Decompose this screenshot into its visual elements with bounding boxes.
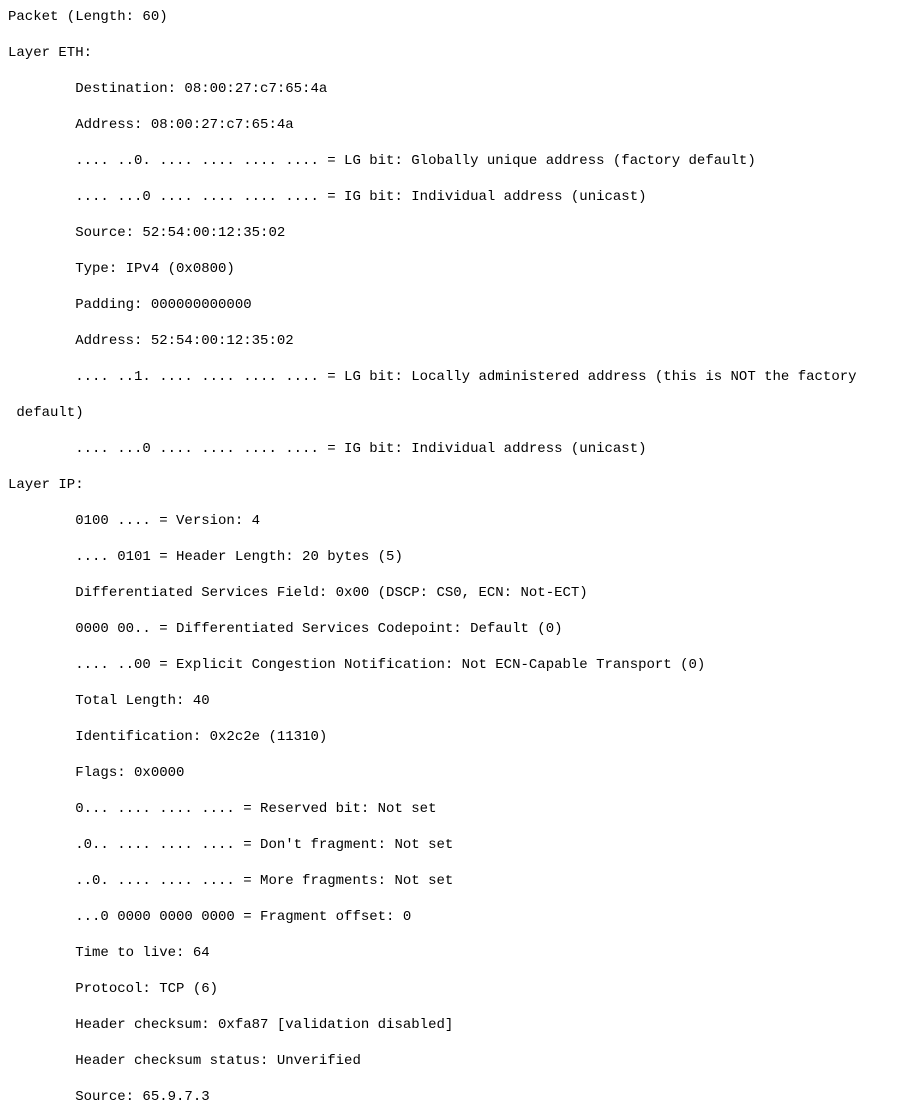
eth-destination: Destination: 08:00:27:c7:65:4a <box>8 80 916 98</box>
packet-length: Packet (Length: 60) <box>8 8 916 26</box>
layer-eth-title: Layer ETH: <box>8 44 916 62</box>
ip-dscp: 0000 00.. = Differentiated Services Code… <box>8 620 916 638</box>
ip-total-length: Total Length: 40 <box>8 692 916 710</box>
layer-ip-title: Layer IP: <box>8 476 916 494</box>
ip-ttl: Time to live: 64 <box>8 944 916 962</box>
ip-version: 0100 .... = Version: 4 <box>8 512 916 530</box>
ip-identification: Identification: 0x2c2e (11310) <box>8 728 916 746</box>
eth-lg-bit-src: .... ..1. .... .... .... .... = LG bit: … <box>8 368 916 386</box>
ip-diffserv: Differentiated Services Field: 0x00 (DSC… <box>8 584 916 602</box>
ip-header-length: .... 0101 = Header Length: 20 bytes (5) <box>8 548 916 566</box>
ip-protocol: Protocol: TCP (6) <box>8 980 916 998</box>
eth-ig-bit-dest: .... ...0 .... .... .... .... = IG bit: … <box>8 188 916 206</box>
eth-lg-bit-src-cont: default) <box>8 404 916 422</box>
ip-more-fragments: ..0. .... .... .... = More fragments: No… <box>8 872 916 890</box>
ip-reserved-bit: 0... .... .... .... = Reserved bit: Not … <box>8 800 916 818</box>
eth-type: Type: IPv4 (0x0800) <box>8 260 916 278</box>
packet-dump: Packet (Length: 60) Layer ETH: Destinati… <box>0 0 916 1120</box>
ip-header-checksum-status: Header checksum status: Unverified <box>8 1052 916 1070</box>
ip-dont-fragment: .0.. .... .... .... = Don't fragment: No… <box>8 836 916 854</box>
ip-header-checksum: Header checksum: 0xfa87 [validation disa… <box>8 1016 916 1034</box>
eth-ig-bit-src: .... ...0 .... .... .... .... = IG bit: … <box>8 440 916 458</box>
eth-address-src: Address: 52:54:00:12:35:02 <box>8 332 916 350</box>
ip-ecn: .... ..00 = Explicit Congestion Notifica… <box>8 656 916 674</box>
eth-address-dest: Address: 08:00:27:c7:65:4a <box>8 116 916 134</box>
eth-source: Source: 52:54:00:12:35:02 <box>8 224 916 242</box>
eth-padding: Padding: 000000000000 <box>8 296 916 314</box>
eth-lg-bit-dest: .... ..0. .... .... .... .... = LG bit: … <box>8 152 916 170</box>
ip-fragment-offset: ...0 0000 0000 0000 = Fragment offset: 0 <box>8 908 916 926</box>
ip-flags: Flags: 0x0000 <box>8 764 916 782</box>
ip-source: Source: 65.9.7.3 <box>8 1088 916 1106</box>
